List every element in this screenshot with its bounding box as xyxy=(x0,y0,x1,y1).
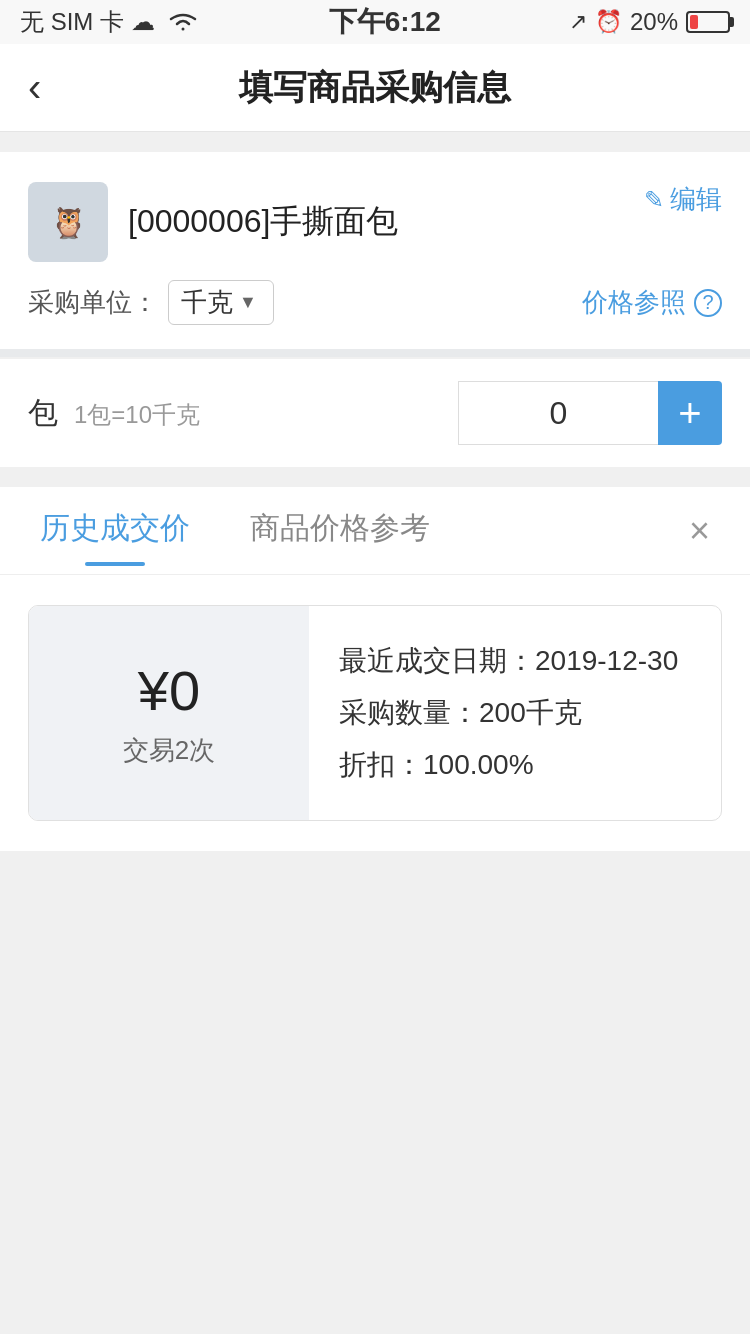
sim-status: 无 SIM 卡 ☁ xyxy=(20,6,155,38)
product-icon: 🦉 xyxy=(50,205,87,240)
price-value: 0 xyxy=(169,659,200,722)
purchase-unit-label: 采购单位： xyxy=(28,285,158,320)
status-time: 下午6:12 xyxy=(329,3,441,41)
product-name: [0000006]手撕面包 xyxy=(128,200,398,244)
tab-product-label: 商品价格参考 xyxy=(250,508,430,549)
help-icon: ? xyxy=(694,289,722,317)
edit-label: 编辑 xyxy=(670,182,722,217)
purchase-qty-label: 采购数量： xyxy=(339,697,479,728)
quantity-ratio: 1包=10千克 xyxy=(74,399,200,431)
purchase-qty-row: 采购数量：200千克 xyxy=(339,694,691,732)
product-info: 🦉 [0000006]手撕面包 xyxy=(28,182,398,262)
location-icon: ↗ xyxy=(569,9,587,35)
close-button[interactable]: × xyxy=(689,510,710,552)
discount-value: 100.00% xyxy=(423,749,534,780)
status-bar-left: 无 SIM 卡 ☁ xyxy=(20,6,201,38)
trade-count: 交易2次 xyxy=(123,733,215,768)
battery-percent: 20% xyxy=(630,8,678,36)
product-card: 🦉 [0000006]手撕面包 ✎ 编辑 采购单位： 千克 ▼ 价格参照 ? xyxy=(0,152,750,349)
recent-date-value: 2019-12-30 xyxy=(535,645,678,676)
status-bar: 无 SIM 卡 ☁ 下午6:12 ↗ ⏰ 20% xyxy=(0,0,750,44)
quantity-value: 0 xyxy=(550,395,568,432)
battery-icon xyxy=(686,11,730,33)
divider xyxy=(0,349,750,357)
quantity-row: 包 1包=10千克 0 + xyxy=(28,359,722,467)
tab-product-price-ref[interactable]: 商品价格参考 xyxy=(250,496,430,566)
quantity-input[interactable]: 0 xyxy=(458,381,658,445)
tabs-list: 历史成交价 商品价格参考 xyxy=(40,496,430,566)
tab-history-label: 历史成交价 xyxy=(40,508,190,549)
quantity-row-wrapper: 包 1包=10千克 0 + xyxy=(0,359,750,467)
price-card-left: ¥0 交易2次 xyxy=(29,606,309,820)
discount-label: 折扣： xyxy=(339,749,423,780)
quantity-section: 包 1包=10千克 0 + xyxy=(0,349,750,467)
battery-fill xyxy=(690,15,698,29)
purchase-qty-value: 200千克 xyxy=(479,697,582,728)
status-bar-right: ↗ ⏰ 20% xyxy=(569,8,730,36)
edit-icon: ✎ xyxy=(644,186,664,214)
discount-row: 折扣：100.00% xyxy=(339,746,691,784)
page-title: 填写商品采购信息 xyxy=(239,65,511,111)
price-amount: ¥0 xyxy=(138,658,200,723)
price-ref-button[interactable]: 价格参照 ? xyxy=(582,285,722,320)
product-image: 🦉 xyxy=(28,182,108,262)
product-meta: 采购单位： 千克 ▼ 价格参照 ? xyxy=(28,280,722,325)
unit-selector[interactable]: 千克 ▼ xyxy=(168,280,274,325)
price-card-right: 最近成交日期：2019-12-30 采购数量：200千克 折扣：100.00% xyxy=(309,606,721,820)
quantity-unit-label: 包 xyxy=(28,393,58,434)
recent-date-row: 最近成交日期：2019-12-30 xyxy=(339,642,691,680)
dropdown-arrow-icon: ▼ xyxy=(239,292,257,313)
tab-history-price[interactable]: 历史成交价 xyxy=(40,496,190,566)
history-content: ¥0 交易2次 最近成交日期：2019-12-30 采购数量：200千克 折扣：… xyxy=(0,575,750,851)
wifi-icon xyxy=(165,9,201,35)
purchase-unit: 采购单位： 千克 ▼ xyxy=(28,280,274,325)
product-header: 🦉 [0000006]手撕面包 ✎ 编辑 xyxy=(28,182,722,262)
quantity-labels: 包 1包=10千克 xyxy=(28,393,200,434)
tabs-section: 历史成交价 商品价格参考 × ¥0 交易2次 最近成交日期：2019-12-30… xyxy=(0,487,750,851)
quantity-plus-button[interactable]: + xyxy=(658,381,722,445)
price-ref-label: 价格参照 xyxy=(582,285,686,320)
price-card: ¥0 交易2次 最近成交日期：2019-12-30 采购数量：200千克 折扣：… xyxy=(28,605,722,821)
alarm-icon: ⏰ xyxy=(595,9,622,35)
unit-value: 千克 xyxy=(181,285,233,320)
currency-symbol: ¥ xyxy=(138,659,169,722)
nav-bar: ‹ 填写商品采购信息 xyxy=(0,44,750,132)
back-button[interactable]: ‹ xyxy=(28,65,41,110)
recent-date-label: 最近成交日期： xyxy=(339,645,535,676)
main-content xyxy=(0,851,750,1334)
tabs-header: 历史成交价 商品价格参考 × xyxy=(0,487,750,575)
quantity-control: 0 + xyxy=(458,381,722,445)
edit-button[interactable]: ✎ 编辑 xyxy=(644,182,722,217)
